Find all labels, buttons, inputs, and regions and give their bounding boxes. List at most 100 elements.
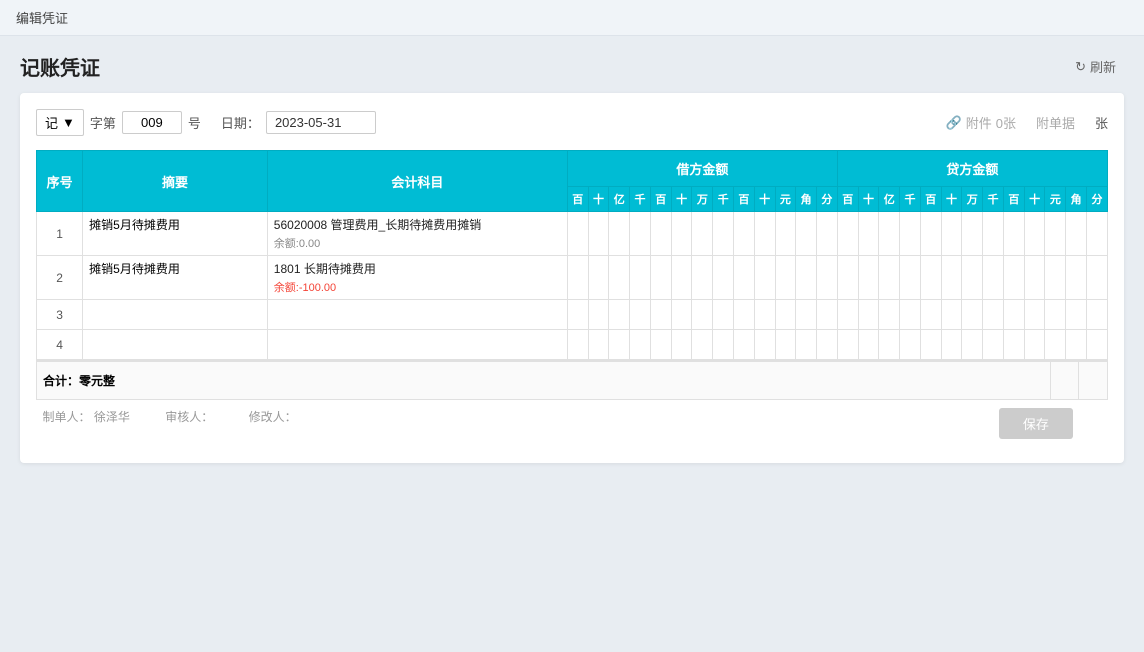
row-2-debit-12[interactable] — [817, 300, 838, 330]
row-2-debit-4[interactable] — [650, 300, 671, 330]
row-2-debit-11[interactable] — [796, 300, 817, 330]
row-2-debit-0[interactable] — [567, 300, 588, 330]
row-0-credit-7[interactable] — [983, 212, 1004, 256]
row-3-credit-0[interactable] — [837, 330, 858, 360]
row-3-debit-10[interactable] — [775, 330, 796, 360]
row-2-credit-4[interactable] — [920, 300, 941, 330]
row-1-debit-2[interactable] — [609, 256, 630, 300]
attach-link[interactable]: 🔗 附件 0张 — [946, 113, 1016, 132]
row-1-credit-3[interactable] — [900, 256, 921, 300]
row-3-debit-2[interactable] — [609, 330, 630, 360]
row-3-credit-1[interactable] — [858, 330, 879, 360]
row-2-debit-8[interactable] — [733, 300, 754, 330]
row-1-debit-11[interactable] — [796, 256, 817, 300]
row-1-debit-3[interactable] — [630, 256, 651, 300]
row-2-summary[interactable] — [83, 300, 268, 330]
row-2-credit-10[interactable] — [1045, 300, 1066, 330]
row-2-debit-1[interactable] — [588, 300, 609, 330]
row-1-credit-9[interactable] — [1024, 256, 1045, 300]
row-2-credit-1[interactable] — [858, 300, 879, 330]
row-3-debit-4[interactable] — [650, 330, 671, 360]
row-3-credit-3[interactable] — [900, 330, 921, 360]
row-1-debit-10[interactable] — [775, 256, 796, 300]
row-1-debit-9[interactable] — [754, 256, 775, 300]
row-3-account[interactable] — [267, 330, 567, 360]
row-1-credit-7[interactable] — [983, 256, 1004, 300]
row-0-credit-6[interactable] — [962, 212, 983, 256]
row-3-debit-8[interactable] — [733, 330, 754, 360]
row-1-debit-0[interactable] — [567, 256, 588, 300]
row-2-credit-11[interactable] — [1066, 300, 1087, 330]
row-2-account[interactable] — [267, 300, 567, 330]
row-2-debit-7[interactable] — [713, 300, 734, 330]
row-1-credit-12[interactable] — [1087, 256, 1108, 300]
row-3-credit-6[interactable] — [962, 330, 983, 360]
row-1-credit-6[interactable] — [962, 256, 983, 300]
row-0-credit-5[interactable] — [941, 212, 962, 256]
refresh-button[interactable]: ↻ 刷新 — [1067, 53, 1124, 80]
row-0-credit-3[interactable] — [900, 212, 921, 256]
row-2-credit-5[interactable] — [941, 300, 962, 330]
row-0-credit-4[interactable] — [920, 212, 941, 256]
row-3-credit-11[interactable] — [1066, 330, 1087, 360]
row-2-credit-9[interactable] — [1024, 300, 1045, 330]
row-1-debit-1[interactable] — [588, 256, 609, 300]
row-2-debit-10[interactable] — [775, 300, 796, 330]
row-2-debit-9[interactable] — [754, 300, 775, 330]
row-0-debit-6[interactable] — [692, 212, 713, 256]
row-1-credit-0[interactable] — [837, 256, 858, 300]
row-3-debit-3[interactable] — [630, 330, 651, 360]
row-3-credit-10[interactable] — [1045, 330, 1066, 360]
row-1-debit-4[interactable] — [650, 256, 671, 300]
row-3-debit-9[interactable] — [754, 330, 775, 360]
row-1-debit-7[interactable] — [713, 256, 734, 300]
row-1-debit-12[interactable] — [817, 256, 838, 300]
row-0-debit-8[interactable] — [733, 212, 754, 256]
row-0-credit-11[interactable] — [1066, 212, 1087, 256]
row-0-credit-10[interactable] — [1045, 212, 1066, 256]
row-2-credit-3[interactable] — [900, 300, 921, 330]
row-1-credit-2[interactable] — [879, 256, 900, 300]
row-0-credit-0[interactable] — [837, 212, 858, 256]
row-1-credit-4[interactable] — [920, 256, 941, 300]
row-0-debit-9[interactable] — [754, 212, 775, 256]
row-2-debit-5[interactable] — [671, 300, 692, 330]
row-2-credit-7[interactable] — [983, 300, 1004, 330]
row-0-debit-0[interactable] — [567, 212, 588, 256]
row-1-debit-8[interactable] — [733, 256, 754, 300]
row-3-debit-0[interactable] — [567, 330, 588, 360]
row-0-account[interactable]: 56020008 管理费用_长期待摊费用摊销余额:0.00 — [267, 212, 567, 256]
row-3-credit-8[interactable] — [1003, 330, 1024, 360]
row-0-debit-1[interactable] — [588, 212, 609, 256]
row-1-credit-5[interactable] — [941, 256, 962, 300]
row-3-credit-7[interactable] — [983, 330, 1004, 360]
row-1-summary[interactable]: 摊销5月待摊费用 — [83, 256, 268, 300]
row-3-debit-1[interactable] — [588, 330, 609, 360]
row-0-credit-12[interactable] — [1087, 212, 1108, 256]
row-1-credit-10[interactable] — [1045, 256, 1066, 300]
row-3-debit-5[interactable] — [671, 330, 692, 360]
row-3-credit-5[interactable] — [941, 330, 962, 360]
row-1-credit-11[interactable] — [1066, 256, 1087, 300]
row-2-credit-2[interactable] — [879, 300, 900, 330]
row-2-credit-12[interactable] — [1087, 300, 1108, 330]
row-0-debit-2[interactable] — [609, 212, 630, 256]
row-3-debit-6[interactable] — [692, 330, 713, 360]
row-2-debit-6[interactable] — [692, 300, 713, 330]
row-3-credit-4[interactable] — [920, 330, 941, 360]
date-input[interactable] — [266, 111, 376, 134]
row-0-summary[interactable]: 摊销5月待摊费用 — [83, 212, 268, 256]
row-0-credit-1[interactable] — [858, 212, 879, 256]
row-0-debit-12[interactable] — [817, 212, 838, 256]
row-0-credit-9[interactable] — [1024, 212, 1045, 256]
row-3-debit-12[interactable] — [817, 330, 838, 360]
row-2-debit-2[interactable] — [609, 300, 630, 330]
row-0-debit-3[interactable] — [630, 212, 651, 256]
row-0-debit-5[interactable] — [671, 212, 692, 256]
row-2-credit-6[interactable] — [962, 300, 983, 330]
attach-single-link[interactable]: 附单据 — [1036, 113, 1075, 132]
row-0-debit-11[interactable] — [796, 212, 817, 256]
row-0-credit-2[interactable] — [879, 212, 900, 256]
row-3-credit-2[interactable] — [879, 330, 900, 360]
number-input[interactable] — [122, 111, 182, 134]
